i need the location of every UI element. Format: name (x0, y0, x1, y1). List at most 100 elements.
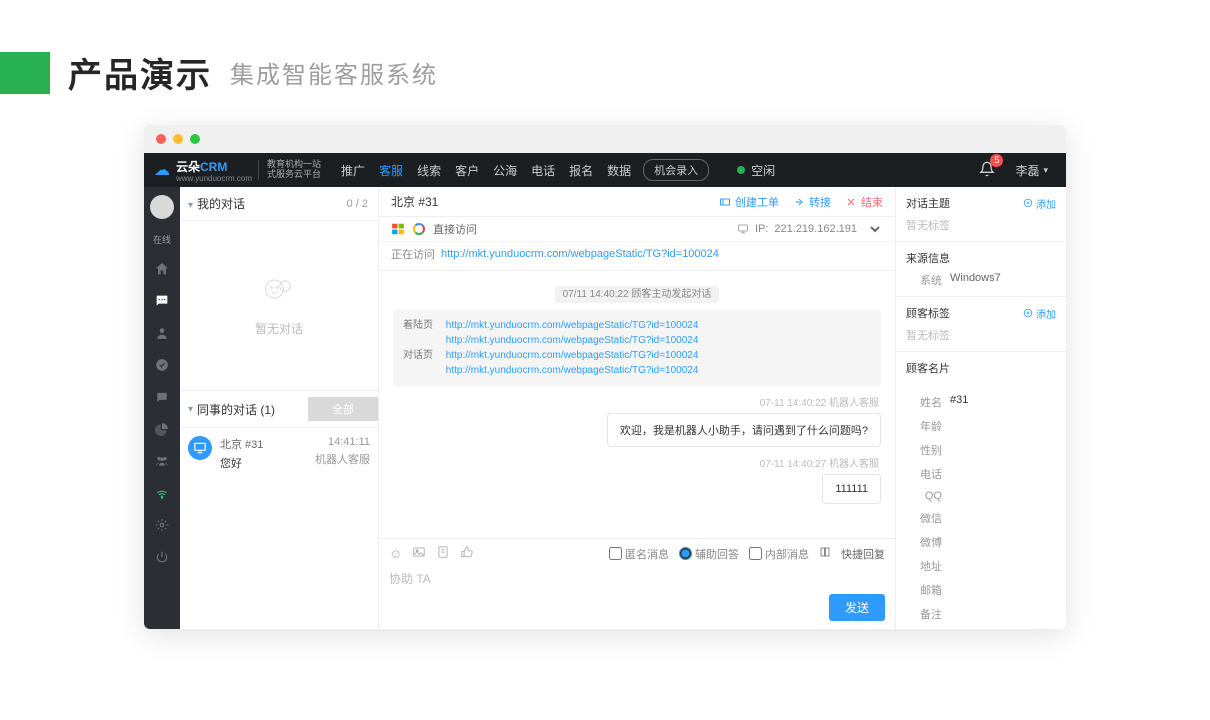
check-icon[interactable] (153, 356, 171, 374)
dialog-link[interactable]: http://mkt.yunduocrm.com/webpageStatic/T… (446, 350, 699, 361)
empty-chat-icon (261, 274, 297, 310)
quick-reply-icon[interactable] (819, 546, 831, 561)
card-row: QQ (896, 486, 1066, 506)
add-tag-button[interactable]: 添加 (1023, 306, 1056, 321)
nav-customers[interactable]: 客户 (455, 162, 479, 179)
source-title: 来源信息 (906, 250, 950, 266)
dialog-item[interactable]: 北京 #31 您好 14:41:11 机器人客服 (180, 428, 378, 479)
opportunity-record-button[interactable]: 机会录入 (643, 159, 709, 181)
end-button[interactable]: 结束 (845, 194, 883, 210)
maximize-dot[interactable] (190, 134, 200, 144)
assist-radio[interactable]: 辅助回答 (679, 546, 739, 562)
card-row: 联系人 (896, 626, 1066, 629)
nav-pool[interactable]: 公海 (493, 162, 517, 179)
plus-icon (1023, 308, 1033, 318)
empty-dialog-placeholder: 暂无对话 (180, 221, 378, 391)
image-icon[interactable] (412, 545, 426, 562)
nav-signup[interactable]: 报名 (569, 162, 593, 179)
card-row: 邮箱 (896, 578, 1066, 602)
accent-block (0, 52, 50, 94)
nav-phone[interactable]: 电话 (531, 162, 555, 179)
monitor-icon (737, 223, 749, 235)
user-icon[interactable] (153, 324, 171, 342)
internal-checkbox[interactable]: 内部消息 (749, 546, 809, 562)
minimize-dot[interactable] (173, 134, 183, 144)
chat-icon[interactable] (153, 292, 171, 310)
home-icon[interactable] (153, 260, 171, 278)
chat-title: 北京 #31 (391, 193, 438, 210)
gear-icon[interactable] (153, 516, 171, 534)
icon-rail: 在线 (144, 187, 180, 629)
visiting-link[interactable]: http://mkt.yunduocrm.com/webpageStatic/T… (441, 248, 719, 260)
tags-title: 顾客标签 (906, 305, 950, 321)
card-row: 性别 (896, 438, 1066, 462)
thumbs-up-icon[interactable] (460, 545, 474, 562)
notifications-button[interactable]: 5 (979, 161, 995, 180)
card-row: 地址 (896, 554, 1066, 578)
card-row: 备注 (896, 602, 1066, 626)
plus-icon (1023, 198, 1033, 208)
detail-panel: 对话主题添加 暂无标签 来源信息 系统Windows7 顾客标签添加 暂无标签 … (896, 187, 1066, 629)
navbar: ☁ 云朵CRM www.yunduocrm.com 教育机构一站式服务云平台 推… (144, 153, 1066, 187)
emoji-icon[interactable]: ☺ (389, 546, 402, 561)
composer: ☺ 匿名消息 辅助回答 内部消息 快捷回复 发送 (379, 538, 895, 629)
status-dot-icon (737, 166, 745, 174)
my-dialogs-header[interactable]: ▾我的对话 0 / 2 (180, 187, 378, 221)
caret-icon: ▾ (188, 404, 193, 415)
chat-source-bar: 直接访问 IP: 221.219.162.191 (379, 217, 895, 242)
slide-header: 产品演示 集成智能客服系统 (0, 0, 1210, 125)
bot-message: 欢迎，我是机器人小助手，请问遇到了什么问题吗? (607, 413, 881, 447)
pie-icon[interactable] (153, 420, 171, 438)
message-timestamp: 07-11 14:40:22 机器人客服 (395, 394, 879, 409)
cloud-icon: ☁ (154, 160, 170, 180)
ip-dropdown[interactable] (863, 223, 883, 236)
chat-panel: 北京 #31 创建工单 转接 结束 直接访问 IP: 221.219.162.1… (379, 187, 896, 629)
card-row: 微博 (896, 530, 1066, 554)
send-button[interactable]: 发送 (829, 594, 885, 621)
add-topic-button[interactable]: 添加 (1023, 196, 1056, 211)
chrome-icon (413, 223, 425, 235)
card-row: 微信 (896, 506, 1066, 530)
chat-header: 北京 #31 创建工单 转接 结束 (379, 187, 895, 217)
composer-toolbar: ☺ 匿名消息 辅助回答 内部消息 快捷回复 (379, 539, 895, 568)
quick-reply-label[interactable]: 快捷回复 (841, 546, 885, 562)
no-tag-text: 暂无标签 (906, 217, 1056, 233)
message-input[interactable] (389, 568, 885, 590)
chevron-down-icon: ▾ (1043, 165, 1048, 176)
anon-checkbox[interactable]: 匿名消息 (609, 546, 669, 562)
chat-body: 07/11 14:40:22 顾客主动发起对话 着陆页 http://mkt.y… (379, 271, 895, 538)
create-ticket-button[interactable]: 创建工单 (719, 194, 779, 210)
dialog-link[interactable]: http://mkt.yunduocrm.com/webpageStatic/T… (446, 365, 699, 376)
colleague-dialogs-header[interactable]: ▾ 同事的对话 (1) 全部 (180, 391, 378, 428)
nav-leads[interactable]: 线索 (417, 162, 441, 179)
no-tag-text: 暂无标签 (906, 327, 1056, 343)
windows-icon (391, 222, 405, 236)
message-timestamp: 07-11 14:40:27 机器人客服 (395, 455, 879, 470)
group-icon[interactable] (153, 452, 171, 470)
caret-icon: ▾ (188, 200, 193, 211)
all-button[interactable]: 全部 (308, 397, 378, 421)
attachment-icon[interactable] (436, 545, 450, 562)
notification-badge: 5 (990, 154, 1003, 167)
user-avatar[interactable] (150, 195, 174, 219)
landing-link[interactable]: http://mkt.yunduocrm.com/webpageStatic/T… (446, 320, 699, 331)
nav-service[interactable]: 客服 (379, 162, 403, 179)
dialog-source-icon (188, 436, 212, 460)
transfer-button[interactable]: 转接 (793, 194, 831, 210)
nav-promo[interactable]: 推广 (341, 162, 365, 179)
page-link-box: 着陆页 http://mkt.yunduocrm.com/webpageStat… (393, 310, 881, 386)
titlebar (144, 125, 1066, 153)
landing-link[interactable]: http://mkt.yunduocrm.com/webpageStatic/T… (446, 335, 699, 346)
card-title: 顾客名片 (906, 360, 950, 376)
close-dot[interactable] (156, 134, 166, 144)
wifi-icon[interactable] (153, 484, 171, 502)
card-row: 电话 (896, 462, 1066, 486)
nav-data[interactable]: 数据 (607, 162, 631, 179)
nav-menu: 推广 客服 线索 客户 公海 电话 报名 数据 (331, 162, 631, 179)
chat-visiting-bar: 正在访问 http://mkt.yunduocrm.com/webpageSta… (379, 242, 895, 271)
user-menu[interactable]: 李磊 ▾ (1015, 162, 1048, 179)
message-icon[interactable] (153, 388, 171, 406)
transfer-icon (793, 196, 805, 208)
power-icon[interactable] (153, 548, 171, 566)
status-indicator[interactable]: 空闲 (737, 162, 775, 179)
